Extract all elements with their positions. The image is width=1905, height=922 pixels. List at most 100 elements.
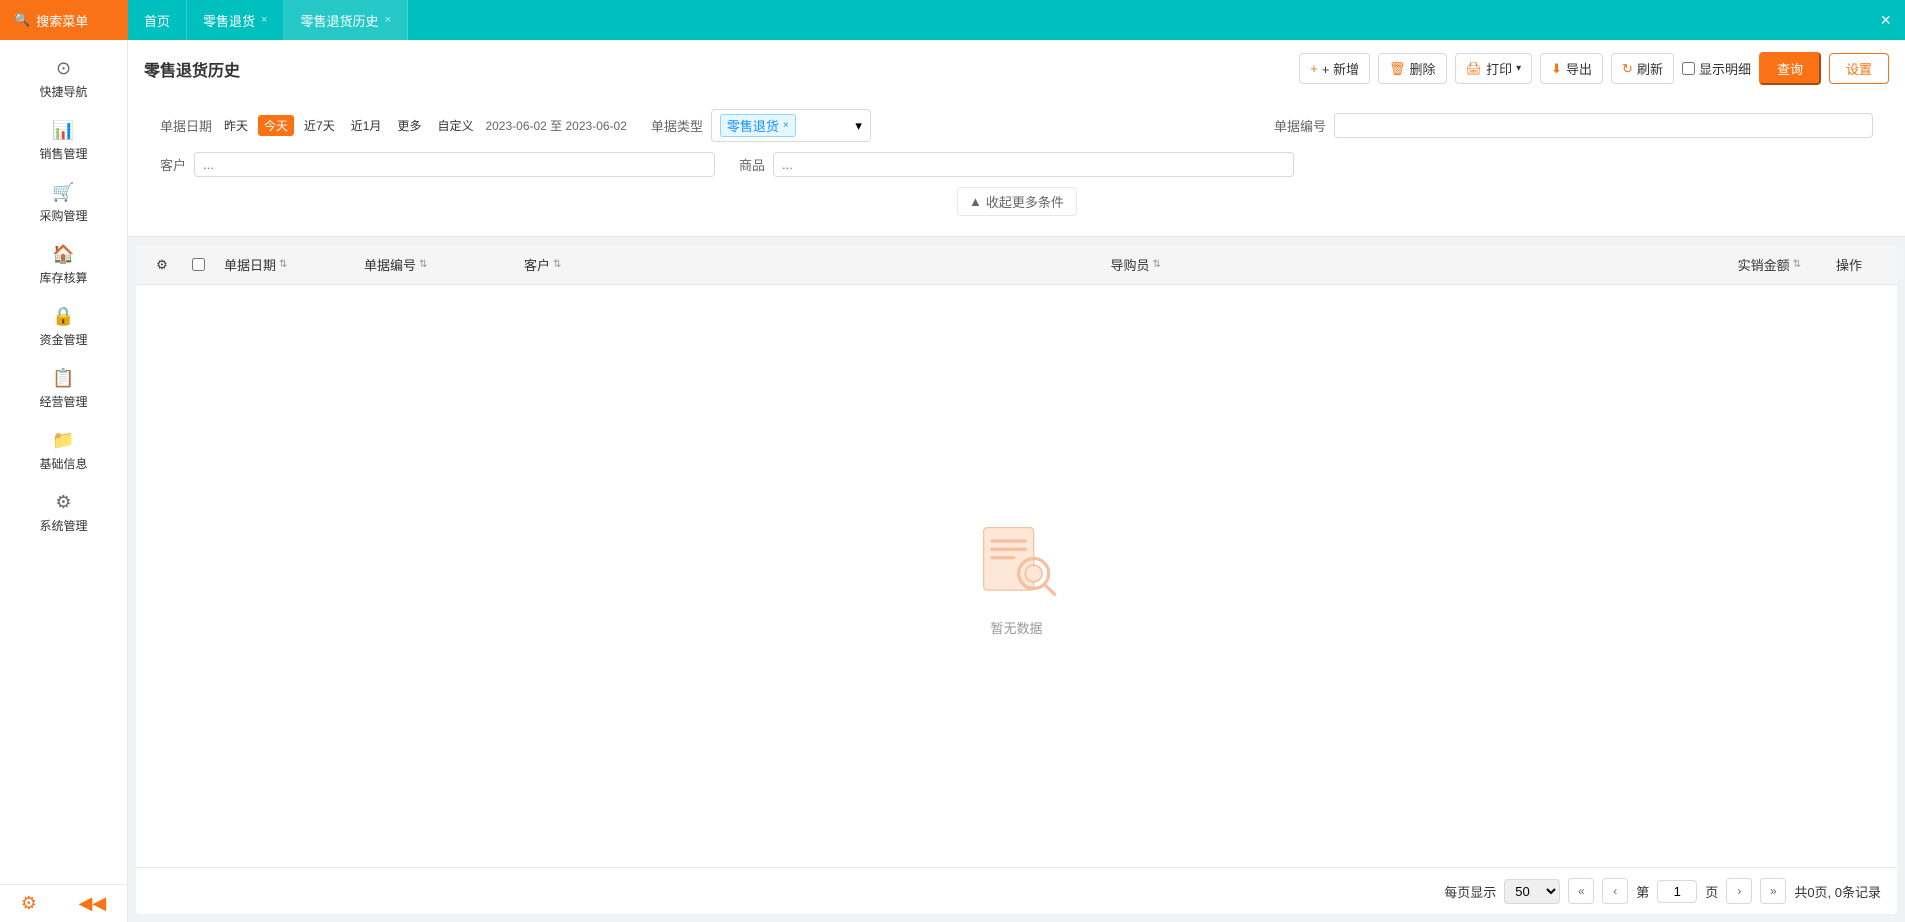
- content-area: 零售退货历史 + + 新增 🗑 删除 🖨 打印 ▾: [128, 40, 1905, 922]
- show-detail-input[interactable]: [1682, 62, 1695, 75]
- th-customer[interactable]: 客户 ⇅: [516, 255, 1103, 274]
- th-no-label: 单据编号: [364, 255, 416, 274]
- next-page-button[interactable]: ›: [1726, 878, 1752, 904]
- search-area[interactable]: 🔍 搜索菜单: [0, 0, 128, 40]
- th-date-label: 单据日期: [224, 255, 276, 274]
- date-yesterday[interactable]: 昨天: [218, 115, 254, 136]
- pagination-bar: 每页显示 10 20 50 100 « ‹ 第 页 › » 共0页, 0条记录: [136, 867, 1897, 914]
- date-last7[interactable]: 近7天: [298, 115, 341, 136]
- query-button[interactable]: 查询: [1759, 52, 1821, 85]
- settings-col-icon: ⚙: [156, 257, 168, 273]
- tab-home[interactable]: 首页: [128, 0, 187, 40]
- window-close-button[interactable]: ×: [1866, 10, 1905, 31]
- goods-input[interactable]: [773, 152, 1294, 177]
- tab-retail-return-label: 零售退货: [203, 11, 255, 30]
- page-input[interactable]: [1657, 880, 1697, 903]
- delete-button[interactable]: 🗑 删除: [1378, 53, 1447, 84]
- sidebar-item-label-purchase: 采购管理: [39, 207, 87, 224]
- filter-goods: 商品: [739, 152, 1294, 177]
- delete-label: 删除: [1410, 59, 1436, 78]
- quick-nav-icon: ⊙: [56, 58, 71, 79]
- date-today[interactable]: 今天: [258, 115, 294, 136]
- sidebar-item-label-inventory: 库存核算: [39, 269, 87, 286]
- per-page-select[interactable]: 10 20 50 100: [1504, 879, 1560, 904]
- doc-type-tag-text: 零售退货: [727, 116, 779, 135]
- date-custom[interactable]: 自定义: [431, 115, 479, 136]
- doc-type-chevron-icon: ▾: [855, 118, 862, 134]
- sidebar-volume-icon[interactable]: ◀◀: [79, 893, 107, 914]
- sidebar-item-label-system: 系统管理: [39, 517, 87, 534]
- sidebar: ⊙ 快捷导航 📊 销售管理 🛒 采购管理 🏠 库存核算 🔒 资金管理 📋 经营管…: [0, 40, 128, 922]
- sidebar-item-inventory[interactable]: 🏠 库存核算: [0, 234, 127, 296]
- search-label: 搜索菜单: [36, 11, 88, 30]
- basic-info-icon: 📁: [52, 430, 74, 451]
- refresh-label: 刷新: [1637, 59, 1663, 78]
- export-label: 导出: [1566, 59, 1592, 78]
- sidebar-item-system[interactable]: ⚙ 系统管理: [0, 482, 127, 544]
- sidebar-item-purchase-mgmt[interactable]: 🛒 采购管理: [0, 172, 127, 234]
- doc-no-input[interactable]: [1334, 113, 1873, 138]
- filter-doc-type: 单据类型 零售退货 × ▾: [651, 109, 1250, 142]
- setting-label: 设置: [1846, 62, 1872, 77]
- date-range-text: 2023-06-02 至 2023-06-02: [485, 117, 626, 134]
- th-checkbox[interactable]: [180, 258, 216, 271]
- customer-input[interactable]: [194, 152, 715, 177]
- th-no[interactable]: 单据编号 ⇅: [356, 255, 516, 274]
- sidebar-item-quick-nav[interactable]: ⊙ 快捷导航: [0, 48, 127, 110]
- th-amount-label: 实销金额: [1738, 255, 1790, 274]
- sidebar-item-sales-mgmt[interactable]: 📊 销售管理: [0, 110, 127, 172]
- total-label: 共0页, 0条记录: [1794, 882, 1881, 901]
- sidebar-item-label-basic: 基础信息: [39, 455, 87, 472]
- collapse-filter-button[interactable]: ▲ 收起更多条件: [957, 187, 1077, 216]
- th-settings[interactable]: ⚙: [144, 257, 180, 273]
- sidebar-item-basic-info[interactable]: 📁 基础信息: [0, 420, 127, 482]
- new-button[interactable]: + + 新增: [1299, 53, 1370, 84]
- tab-retail-return-history[interactable]: 零售退货历史 ×: [284, 0, 407, 40]
- tab-retail-return-history-close[interactable]: ×: [384, 14, 390, 26]
- refresh-icon: ↻: [1622, 61, 1633, 77]
- filter-doc-no: 单据编号: [1274, 113, 1873, 138]
- th-op-label: 操作: [1836, 255, 1862, 274]
- date-filter-label: 单据日期: [160, 116, 212, 135]
- print-icon: 🖨: [1466, 61, 1483, 77]
- show-detail-checkbox[interactable]: 显示明细: [1682, 59, 1751, 78]
- date-more[interactable]: 更多: [391, 115, 427, 136]
- print-chevron-icon: ▾: [1516, 63, 1521, 74]
- doc-type-label: 单据类型: [651, 116, 703, 135]
- th-date[interactable]: 单据日期 ⇅: [216, 255, 356, 274]
- th-guide[interactable]: 导购员 ⇅: [1103, 255, 1223, 274]
- sales-mgmt-icon: 📊: [52, 120, 74, 141]
- page-unit: 页: [1705, 882, 1718, 901]
- operation-icon: 📋: [52, 368, 74, 389]
- doc-no-label: 单据编号: [1274, 116, 1326, 135]
- th-guide-sort-icon: ⇅: [1153, 259, 1161, 270]
- th-guide-label: 导购员: [1111, 255, 1150, 274]
- doc-type-select[interactable]: 零售退货 × ▾: [711, 109, 871, 142]
- tab-retail-return[interactable]: 零售退货 ×: [187, 0, 284, 40]
- th-amount[interactable]: 实销金额 ⇅: [1223, 255, 1810, 274]
- export-button[interactable]: ⬇ 导出: [1540, 53, 1603, 84]
- doc-type-tag: 零售退货 ×: [720, 114, 796, 137]
- refresh-button[interactable]: ↻ 刷新: [1611, 53, 1674, 84]
- page-title: 零售退货历史: [144, 57, 240, 81]
- doc-type-tag-close[interactable]: ×: [783, 120, 789, 131]
- page-label: 第: [1636, 882, 1649, 901]
- sidebar-settings-icon[interactable]: ⚙: [21, 893, 37, 914]
- tab-retail-return-close[interactable]: ×: [261, 14, 267, 26]
- sidebar-item-finance[interactable]: 🔒 资金管理: [0, 296, 127, 358]
- first-page-button[interactable]: «: [1568, 878, 1594, 904]
- last-page-button[interactable]: »: [1760, 878, 1786, 904]
- sidebar-bottom: ⚙ ◀◀: [0, 884, 127, 922]
- customer-label: 客户: [160, 155, 186, 174]
- prev-page-button[interactable]: ‹: [1602, 878, 1628, 904]
- print-label: 打印: [1486, 59, 1512, 78]
- sidebar-item-operation[interactable]: 📋 经营管理: [0, 358, 127, 420]
- system-icon: ⚙: [55, 492, 71, 513]
- setting-button[interactable]: 设置: [1829, 53, 1889, 84]
- th-customer-label: 客户: [524, 255, 550, 274]
- per-page-label: 每页显示: [1444, 882, 1496, 901]
- select-all-checkbox[interactable]: [192, 258, 205, 271]
- date-last-month[interactable]: 近1月: [345, 115, 388, 136]
- sidebar-item-label-finance: 资金管理: [39, 331, 87, 348]
- print-button[interactable]: 🖨 打印 ▾: [1455, 53, 1533, 84]
